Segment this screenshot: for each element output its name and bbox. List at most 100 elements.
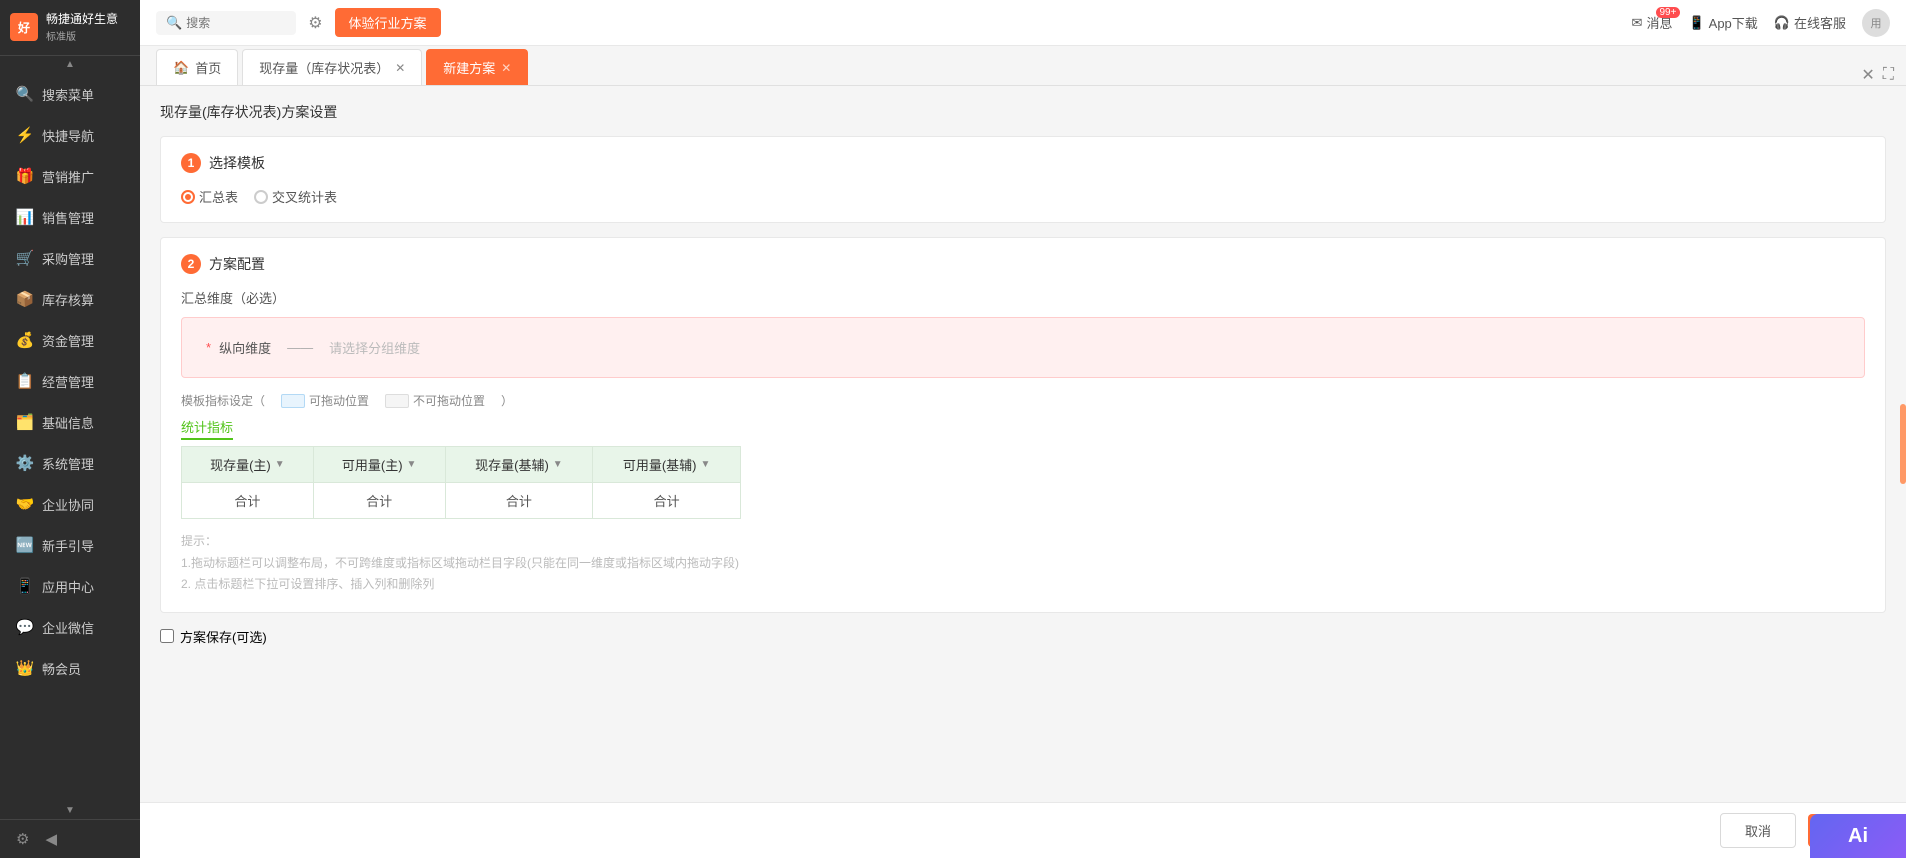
tab-new-scheme[interactable]: 新建方案 ✕ (426, 49, 528, 85)
topbar-right: ✉ 消息 99+ 📱 App下载 🎧 在线客服 用 (1632, 9, 1890, 37)
table-header-row: 现存量(主) ▼ 可用量(主) ▼ (182, 447, 741, 483)
tab-inventory[interactable]: 现存量（库存状况表） ✕ (242, 49, 422, 85)
template-options: 汇总表 交叉统计表 (181, 187, 1865, 206)
inventory-icon: 📦 (16, 290, 34, 308)
section1-label: 选择模板 (209, 153, 265, 173)
tip-label: 提示： (181, 531, 1865, 553)
bottom-bar: 取消 查询 (140, 802, 1906, 858)
save-row: 方案保存(可选) (160, 627, 1886, 646)
expand-icon[interactable]: ⛶ (1883, 66, 1894, 84)
corp-icon: 🤝 (16, 495, 34, 513)
col-header-label-2: 现存量(基辅) (475, 455, 549, 474)
app-download-button[interactable]: 📱 App下载 (1688, 13, 1757, 32)
legend-nodrag-box (385, 394, 409, 408)
app-center-icon: 📱 (16, 577, 34, 595)
content-area: 现存量(库存状况表)方案设置 1 选择模板 汇总表 交叉统计表 2 (140, 86, 1906, 802)
radio-cross-dot (254, 190, 268, 204)
sidebar-item-weixin[interactable]: 💬 企业微信 (0, 607, 140, 648)
table-row: 合计 合计 合计 合计 (182, 483, 741, 519)
col-chevron-1: ▼ (407, 459, 417, 470)
sidebar-item-inventory[interactable]: 📦 库存核算 (0, 279, 140, 320)
col-header-label-3: 可用量(基辅) (623, 455, 697, 474)
settings-icon[interactable]: ⚙ (16, 830, 29, 848)
save-label: 方案保存(可选) (180, 627, 267, 646)
legend-drag: 可拖动位置 (281, 392, 369, 409)
sidebar-item-operation[interactable]: 📋 经营管理 (0, 361, 140, 402)
guide-icon: 🆕 (16, 536, 34, 554)
col-dropdown-1[interactable]: 可用量(主) ▼ (342, 455, 417, 474)
table-header-2: 现存量(基辅) ▼ (445, 447, 593, 483)
sidebar-item-app-center[interactable]: 📱 应用中心 (0, 566, 140, 607)
sidebar-item-system[interactable]: ⚙️ 系统管理 (0, 443, 140, 484)
page-title: 现存量(库存状况表)方案设置 (160, 102, 1886, 122)
tab-inventory-label: 现存量（库存状况表） (259, 58, 389, 77)
sidebar-item-label: 资金管理 (42, 331, 94, 350)
sidebar-item-label: 企业协同 (42, 495, 94, 514)
online-service-label: 在线客服 (1794, 13, 1846, 32)
ai-badge[interactable]: Ai (1810, 814, 1906, 858)
app-edition: 标准版 (46, 28, 118, 43)
table-cell-0-1: 合计 (313, 483, 445, 519)
sales-icon: 📊 (16, 208, 34, 226)
section1-header: 1 选择模板 (181, 153, 1865, 173)
collapse-icon[interactable]: ◀ (45, 830, 57, 848)
tips-section: 提示： 1.拖动标题栏可以调整布局，不可跨维度或指标区域拖动栏目字段(只能在同一… (181, 531, 1865, 596)
dimension-placeholder[interactable]: 请选择分组维度 (329, 338, 420, 357)
sidebar-item-label: 搜索菜单 (42, 85, 94, 104)
sidebar-item-guide[interactable]: 🆕 新手引导 (0, 525, 140, 566)
table-cell-0-2: 合计 (445, 483, 593, 519)
tab-inventory-close[interactable]: ✕ (395, 61, 405, 75)
sidebar-item-member[interactable]: 👑 畅会员 (0, 648, 140, 689)
sidebar-scroll-up[interactable]: ▲ (0, 56, 140, 74)
sidebar-item-sales[interactable]: 📊 销售管理 (0, 197, 140, 238)
message-button[interactable]: ✉ 消息 99+ (1632, 13, 1673, 32)
app-icon: 好 (10, 13, 38, 41)
sidebar-item-finance[interactable]: 💰 资金管理 (0, 320, 140, 361)
settings-icon[interactable]: ⚙ (308, 13, 322, 33)
cancel-button[interactable]: 取消 (1720, 813, 1796, 848)
sidebar-item-label: 畅会员 (42, 659, 81, 678)
ai-label: Ai (1848, 825, 1868, 848)
trial-button[interactable]: 体验行业方案 (335, 8, 441, 37)
weixin-icon: 💬 (16, 618, 34, 636)
search-box[interactable]: 🔍 (156, 11, 296, 35)
option-summary[interactable]: 汇总表 (181, 187, 238, 206)
sidebar-scroll-down[interactable]: ▼ (0, 801, 140, 819)
col-dropdown-3[interactable]: 可用量(基辅) ▼ (623, 455, 711, 474)
tab-home-label: 首页 (195, 58, 221, 77)
indicator-legend: 模板指标设定（ 可拖动位置 不可拖动位置 ） (181, 392, 1865, 409)
table-cell-0-3: 合计 (593, 483, 741, 519)
col-dropdown-2[interactable]: 现存量(基辅) ▼ (475, 455, 563, 474)
legend-drag-label: 可拖动位置 (309, 392, 369, 409)
sidebar-item-search-menu[interactable]: 🔍 搜索菜单 (0, 74, 140, 115)
sidebar-item-label: 库存核算 (42, 290, 94, 309)
online-service-button[interactable]: 🎧 在线客服 (1774, 13, 1846, 32)
user-avatar[interactable]: 用 (1862, 9, 1890, 37)
right-scroll-indicator[interactable] (1900, 404, 1906, 484)
table-cell-0-0: 合计 (182, 483, 314, 519)
tab-new-close[interactable]: ✕ (501, 61, 511, 75)
sidebar-item-basic[interactable]: 🗂️ 基础信息 (0, 402, 140, 443)
col-dropdown-0[interactable]: 现存量(主) ▼ (210, 455, 285, 474)
col-chevron-3: ▼ (701, 459, 711, 470)
legend-drag-box (281, 394, 305, 408)
sidebar-item-corp[interactable]: 🤝 企业协同 (0, 484, 140, 525)
sidebar-item-purchase[interactable]: 🛒 采购管理 (0, 238, 140, 279)
sidebar-item-marketing[interactable]: 🎁 营销推广 (0, 156, 140, 197)
close-panel-icon[interactable]: ✕ (1861, 65, 1874, 85)
app-download-label: App下载 (1709, 13, 1758, 32)
quick-nav-icon: ⚡ (16, 126, 34, 144)
save-checkbox[interactable] (160, 629, 174, 643)
section1-num: 1 (181, 153, 201, 173)
search-input[interactable] (186, 16, 286, 30)
sidebar-item-quick-nav[interactable]: ⚡ 快捷导航 (0, 115, 140, 156)
headset-icon: 🎧 (1774, 15, 1790, 31)
finance-icon: 💰 (16, 331, 34, 349)
option-cross[interactable]: 交叉统计表 (254, 187, 337, 206)
config-section: 汇总维度（必选） * 纵向维度 —— 请选择分组维度 模板指标设定（ 可拖动位置 (181, 288, 1865, 596)
stats-section: 统计指标 现存量(主) ▼ (181, 417, 1865, 519)
tab-home[interactable]: 🏠 首页 (156, 49, 238, 85)
app-logo: 好 畅捷通好生意 标准版 (0, 0, 140, 56)
sidebar: 好 畅捷通好生意 标准版 ▲ 🔍 搜索菜单 ⚡ 快捷导航 🎁 营销推广 📊 销售… (0, 0, 140, 858)
main-area: 🔍 ⚙ 体验行业方案 ✉ 消息 99+ 📱 App下载 🎧 在线客服 用 (140, 0, 1906, 858)
